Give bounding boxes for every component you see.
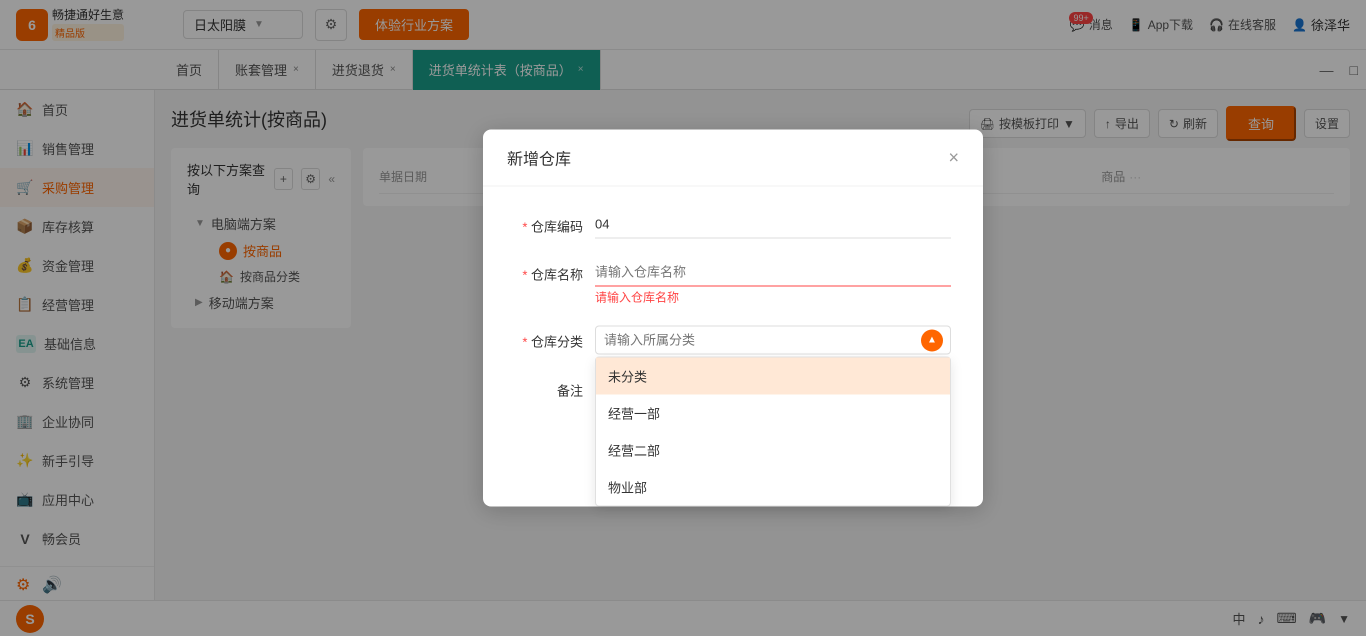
category-label: * 仓库分类 [515, 326, 595, 351]
dropdown-item-property[interactable]: 物业部 [596, 469, 950, 506]
name-control: 请输入仓库名称 [595, 259, 951, 306]
warehouse-category-input[interactable] [595, 326, 951, 355]
form-row-name: * 仓库名称 请输入仓库名称 [515, 259, 951, 306]
category-dropdown-list: 未分类 经营一部 经营二部 物业部 [595, 357, 951, 507]
dropdown-item-unclassified[interactable]: 未分类 [596, 358, 950, 395]
modal-title: 新增仓库 [507, 146, 571, 170]
code-control [595, 211, 951, 239]
modal-body: * 仓库编码 * 仓库名称 请输入仓库名称 * 仓库分类 [483, 187, 983, 447]
modal-header: 新增仓库 × [483, 130, 983, 187]
dropdown-item-dept2[interactable]: 经营二部 [596, 432, 950, 469]
notes-label: 备注 [515, 375, 595, 400]
category-select-container: ▲ 未分类 经营一部 经营二部 物业部 [595, 326, 951, 355]
form-row-code: * 仓库编码 [515, 211, 951, 239]
name-label: * 仓库名称 [515, 259, 595, 284]
warehouse-code-input[interactable] [595, 211, 951, 239]
form-row-category: * 仓库分类 ▲ 未分类 经营一部 经营二部 物业部 [515, 326, 951, 355]
code-label: * 仓库编码 [515, 211, 595, 236]
category-dropdown-arrow[interactable]: ▲ [921, 329, 943, 351]
category-control: ▲ 未分类 经营一部 经营二部 物业部 [595, 326, 951, 355]
dropdown-item-dept1[interactable]: 经营一部 [596, 395, 950, 432]
new-warehouse-modal: 新增仓库 × * 仓库编码 * 仓库名称 请输入仓库名称 [483, 130, 983, 507]
name-error-message: 请输入仓库名称 [595, 289, 951, 306]
warehouse-name-input[interactable] [595, 259, 951, 287]
modal-close-button[interactable]: × [948, 147, 959, 168]
